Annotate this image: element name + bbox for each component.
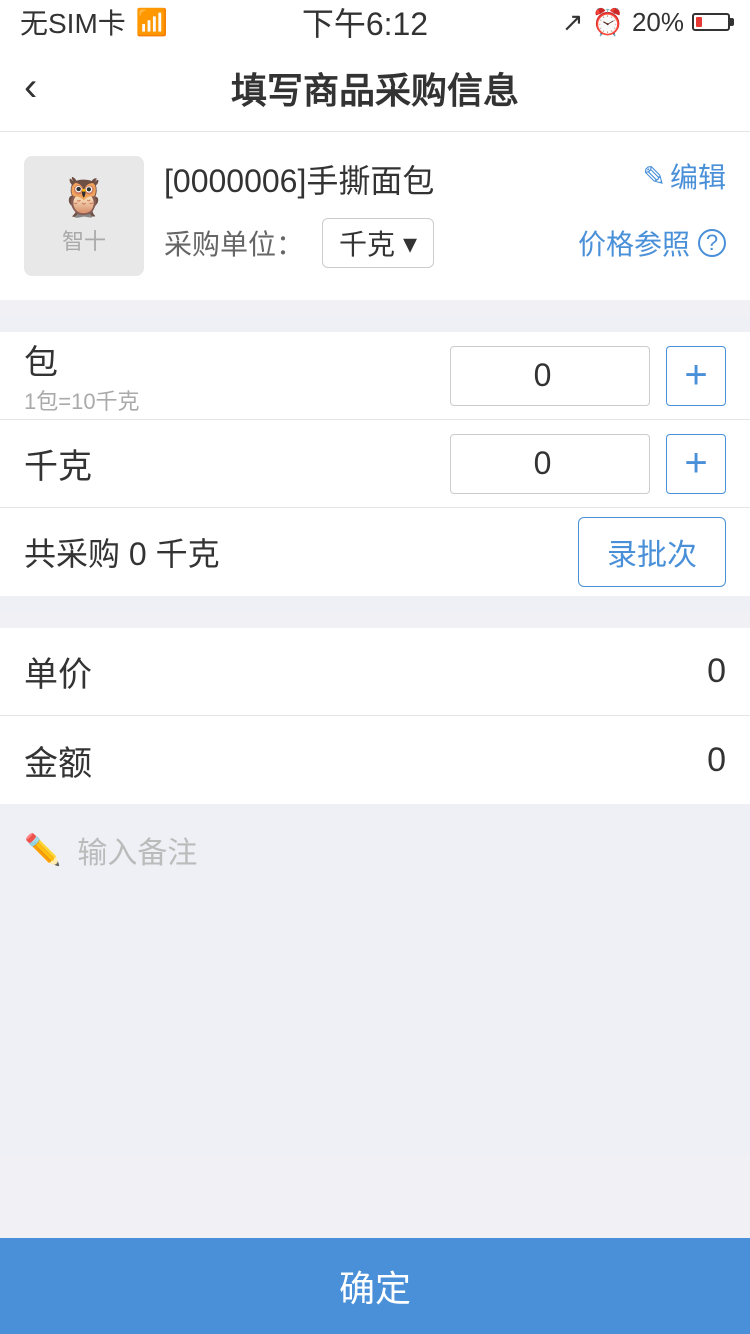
alarm-icon: ⏰ — [592, 7, 624, 38]
amount-row: 金额 0 — [0, 716, 750, 804]
unit-price-row: 单价 0 — [0, 628, 750, 716]
quantity-input-wrap-bag: + — [184, 346, 726, 406]
unit-value: 千克 — [339, 223, 395, 263]
dropdown-arrow-icon: ▾ — [403, 227, 417, 260]
unit-select-dropdown[interactable]: 千克 ▾ — [322, 218, 434, 268]
product-name: [0000006]手撕面包 — [164, 156, 434, 202]
amount-label: 金额 — [24, 736, 92, 785]
battery-pct: 20% — [632, 7, 684, 38]
section-divider-1 — [0, 316, 750, 332]
section-divider-2 — [0, 596, 750, 612]
location-icon: ↗ — [562, 7, 584, 38]
quantity-input-wrap-kg: + — [184, 434, 726, 494]
quantity-plus-bag[interactable]: + — [666, 346, 726, 406]
product-image: 🦉 智十 — [24, 156, 144, 276]
carrier-label: 无SIM卡 — [20, 2, 126, 42]
battery-icon — [692, 13, 730, 31]
product-card: 🦉 智十 [0000006]手撕面包 ✎ 编辑 采购单位： 千克 ▾ — [0, 132, 750, 300]
amount-value: 0 — [707, 741, 726, 780]
status-right: ↗ ⏰ 20% — [562, 7, 730, 38]
time-label: 下午6:12 — [302, 0, 428, 45]
price-ref-help-icon: ? — [698, 229, 726, 257]
total-label: 共采购 0 千克 — [24, 529, 220, 575]
remark-placeholder: 输入备注 — [77, 828, 197, 872]
back-button[interactable]: ‹ — [24, 65, 37, 110]
wifi-icon: 📶 — [136, 7, 168, 38]
bottom-filler — [0, 896, 750, 1156]
unit-price-value: 0 — [707, 652, 726, 691]
quantity-plus-kg[interactable]: + — [666, 434, 726, 494]
total-row: 共采购 0 千克 录批次 — [0, 508, 750, 596]
edit-icon: ✎ — [643, 160, 666, 193]
price-section: 单价 0 金额 0 — [0, 628, 750, 804]
quantity-label-kg: 千克 — [24, 439, 184, 488]
quantity-input-bag[interactable] — [450, 346, 650, 406]
remark-icon: ✏️ — [24, 833, 61, 868]
product-info: [0000006]手撕面包 ✎ 编辑 采购单位： 千克 ▾ 价格参照 — [164, 156, 726, 268]
product-image-label: 智十 — [62, 224, 106, 256]
product-top-row: [0000006]手撕面包 ✎ 编辑 — [164, 156, 726, 202]
status-bar: 无SIM卡 📶 下午6:12 ↗ ⏰ 20% — [0, 0, 750, 44]
quantity-row-kg: 千克 + — [0, 420, 750, 508]
confirm-button[interactable]: 确定 — [0, 1238, 750, 1334]
unit-prefix: 采购单位： — [164, 223, 304, 263]
content: 🦉 智十 [0000006]手撕面包 ✎ 编辑 采购单位： 千克 ▾ — [0, 132, 750, 1156]
price-ref-button[interactable]: 价格参照 ? — [578, 223, 726, 263]
nav-bar: ‹ 填写商品采购信息 — [0, 44, 750, 132]
page-title: 填写商品采购信息 — [231, 62, 519, 114]
edit-button[interactable]: ✎ 编辑 — [643, 156, 726, 196]
status-left: 无SIM卡 📶 — [20, 2, 168, 42]
quantity-label-bag: 包 1包=10千克 — [24, 335, 184, 416]
remark-section[interactable]: ✏️ 输入备注 — [0, 804, 750, 896]
record-batch-button[interactable]: 录批次 — [578, 517, 726, 587]
unit-price-label: 单价 — [24, 647, 92, 696]
quantity-row-bag: 包 1包=10千克 + — [0, 332, 750, 420]
product-unit-row: 采购单位： 千克 ▾ 价格参照 ? — [164, 218, 726, 268]
quantity-section: 包 1包=10千克 + 千克 + — [0, 332, 750, 508]
quantity-input-kg[interactable] — [450, 434, 650, 494]
